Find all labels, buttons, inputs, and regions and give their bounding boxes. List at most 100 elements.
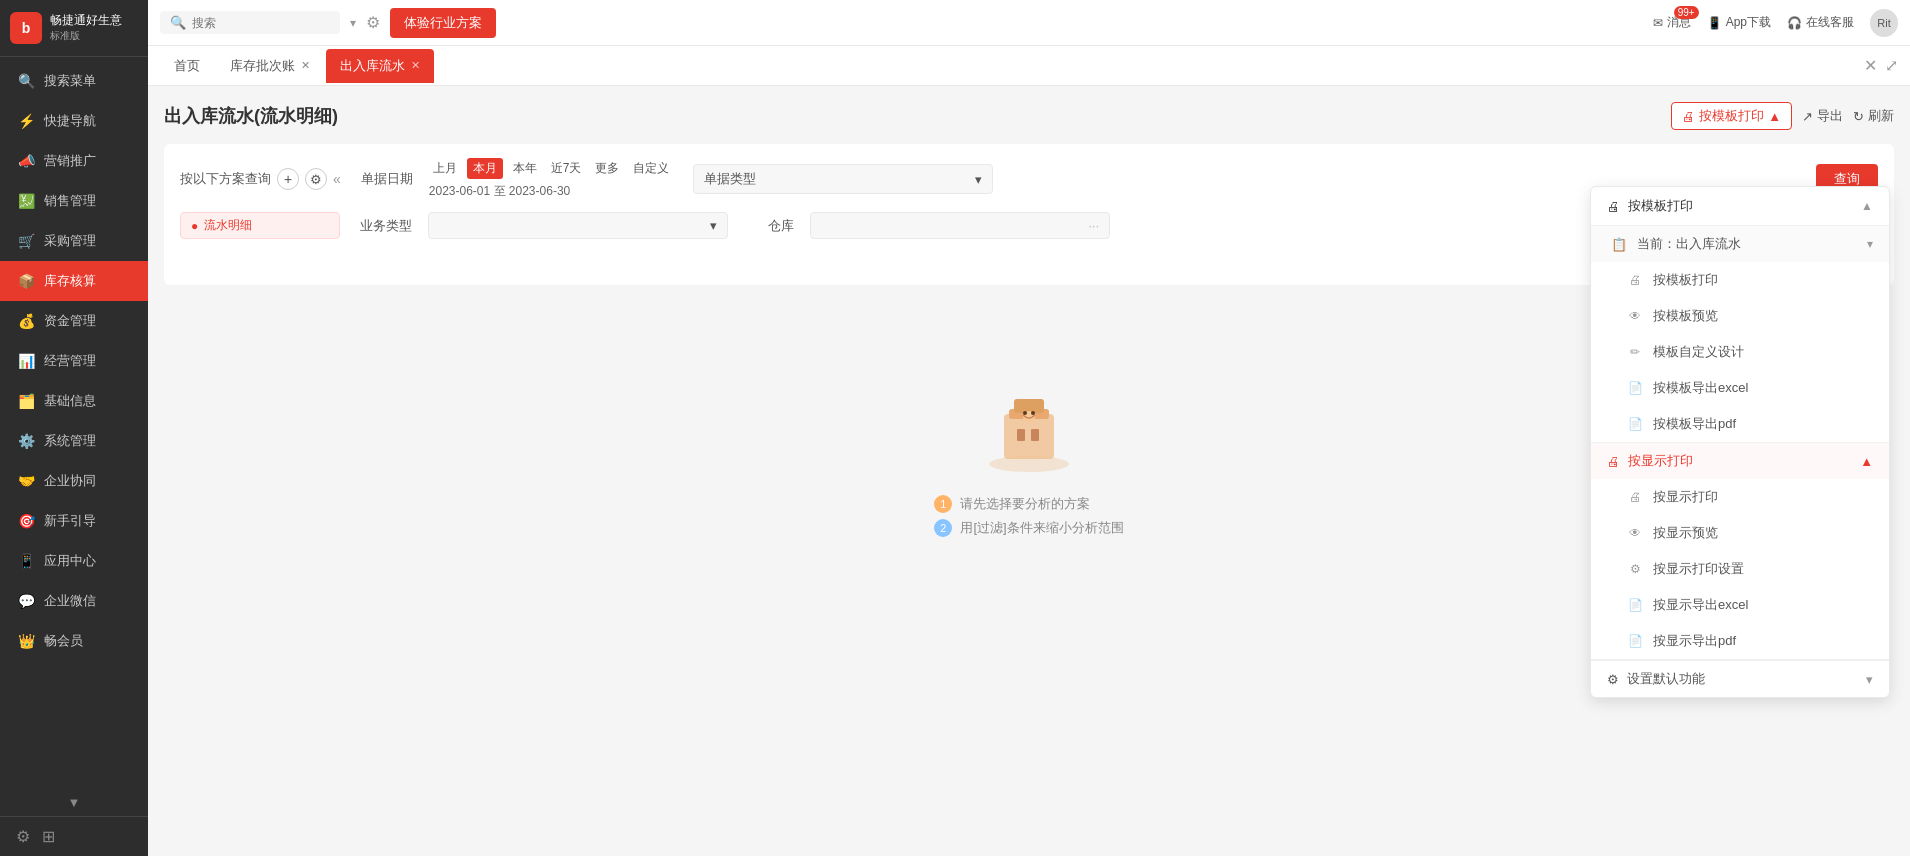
- sidebar-item-search[interactable]: 🔍搜索菜单: [0, 61, 148, 101]
- sidebar-label-purchase: 采购管理: [44, 232, 96, 250]
- search-box[interactable]: 🔍: [160, 11, 340, 34]
- template-custom-item[interactable]: ✏ 模板自定义设计: [1591, 334, 1889, 370]
- template-print-header[interactable]: 🖨 按模板打印 ▲: [1591, 187, 1889, 226]
- close-window-icon[interactable]: ✕: [1864, 56, 1877, 75]
- sidebar-label-finance: 资金管理: [44, 312, 96, 330]
- svg-point-7: [1023, 411, 1027, 415]
- template-export-excel-item[interactable]: 📄 按模板导出excel: [1591, 370, 1889, 406]
- tab-home[interactable]: 首页: [160, 49, 214, 83]
- tab-close-batch-account[interactable]: ✕: [301, 59, 310, 72]
- export-button[interactable]: ↗ 导出: [1802, 107, 1843, 125]
- active-filter-tag[interactable]: ● 流水明细: [180, 212, 340, 239]
- date-tab-上月[interactable]: 上月: [429, 158, 461, 179]
- topbar-gear-icon[interactable]: ⚙: [366, 13, 380, 32]
- display-print-settings-item[interactable]: ⚙ 按显示打印设置: [1591, 551, 1889, 587]
- sidebar-item-system[interactable]: ⚙️系统管理: [0, 421, 148, 461]
- template-preview-item-icon: 👁: [1627, 308, 1643, 324]
- sidebar-item-marketing[interactable]: 📣营销推广: [0, 141, 148, 181]
- filter-settings-button[interactable]: ⚙: [305, 168, 327, 190]
- sidebar-item-inventory[interactable]: 📦库存核算: [0, 261, 148, 301]
- purchase-icon: 🛒: [16, 231, 36, 251]
- search-input[interactable]: [192, 16, 312, 30]
- topbar: 🔍 ▾ ⚙ 体验行业方案 ✉ 消息 99+ 📱 App下载 🎧 在线客服 Rit: [148, 0, 1910, 46]
- system-icon: ⚙️: [16, 431, 36, 451]
- display-export-pdf-item[interactable]: 📄 按显示导出pdf: [1591, 623, 1889, 659]
- footer-settings-icon: ⚙: [1607, 672, 1619, 687]
- sidebar-item-collaboration[interactable]: 🤝企业协同: [0, 461, 148, 501]
- filter-add-button[interactable]: +: [277, 168, 299, 190]
- sidebar-item-vip[interactable]: 👑畅会员: [0, 621, 148, 661]
- date-tab-本年[interactable]: 本年: [509, 158, 541, 179]
- display-settings-icon: ⚙: [1627, 561, 1643, 577]
- current-template-chevron: ▾: [1867, 237, 1873, 251]
- date-tab-自定义[interactable]: 自定义: [629, 158, 673, 179]
- date-tab-本月[interactable]: 本月: [467, 158, 503, 179]
- sidebar-item-basic[interactable]: 🗂️基础信息: [0, 381, 148, 421]
- display-print-header-icon: 🖨: [1607, 454, 1620, 469]
- sidebar-label-inventory: 库存核算: [44, 272, 96, 290]
- message-btn[interactable]: ✉ 消息 99+: [1653, 14, 1691, 31]
- app-download-btn[interactable]: 📱 App下载: [1707, 14, 1771, 31]
- sidebar-item-wechat[interactable]: 💬企业微信: [0, 581, 148, 621]
- date-tab-更多[interactable]: 更多: [591, 158, 623, 179]
- sidebar-item-app-center[interactable]: 📱应用中心: [0, 541, 148, 581]
- app-download-label: App下载: [1726, 14, 1771, 31]
- tabs-right-actions: ✕ ⤢: [1864, 56, 1898, 75]
- template-preview-item[interactable]: 👁 按模板预览: [1591, 298, 1889, 334]
- maximize-window-icon[interactable]: ⤢: [1885, 56, 1898, 75]
- template-print-header-icon: 🖨: [1607, 199, 1620, 214]
- display-preview-icon: 👁: [1627, 525, 1643, 541]
- date-tab-近7天[interactable]: 近7天: [547, 158, 586, 179]
- template-export-pdf-label: 按模板导出pdf: [1653, 415, 1736, 433]
- sidebar-item-finance[interactable]: 💰资金管理: [0, 301, 148, 341]
- date-range-text: 2023-06-01 至 2023-06-30: [429, 183, 674, 200]
- sidebar-label-marketing: 营销推广: [44, 152, 96, 170]
- tab-flow[interactable]: 出入库流水✕: [326, 49, 434, 83]
- message-badge: 99+: [1674, 6, 1699, 19]
- sidebar-item-operations[interactable]: 📊经营管理: [0, 341, 148, 381]
- template-excel-icon: 📄: [1627, 380, 1643, 396]
- template-print-header-label: 按模板打印: [1628, 197, 1693, 215]
- trial-button[interactable]: 体验行业方案: [390, 8, 496, 38]
- sidebar-label-basic: 基础信息: [44, 392, 96, 410]
- sidebar-item-sales[interactable]: 💹销售管理: [0, 181, 148, 221]
- sidebar-item-guide[interactable]: 🎯新手引导: [0, 501, 148, 541]
- wechat-icon: 💬: [16, 591, 36, 611]
- svg-rect-3: [1014, 399, 1044, 413]
- display-print-header-label: 按显示打印: [1628, 452, 1693, 470]
- type-filter-select[interactable]: 单据类型 ▾: [693, 164, 993, 194]
- sidebar-scroll-down[interactable]: ▼: [0, 789, 148, 816]
- dropdown-footer[interactable]: ⚙ 设置默认功能 ▾: [1591, 660, 1889, 697]
- display-export-excel-item[interactable]: 📄 按显示导出excel: [1591, 587, 1889, 623]
- tab-batch-account[interactable]: 库存批次账✕: [216, 49, 324, 83]
- display-print-header[interactable]: 🖨 按显示打印 ▲: [1591, 443, 1889, 479]
- tab-close-flow[interactable]: ✕: [411, 59, 420, 72]
- template-export-pdf-item[interactable]: 📄 按模板导出pdf: [1591, 406, 1889, 442]
- current-template[interactable]: 📋 当前：出入库流水 ▾: [1591, 226, 1889, 262]
- logo-icon: b: [10, 12, 42, 44]
- filter-query-label: 按以下方案查询 + ⚙ «: [180, 168, 341, 190]
- customer-service-btn[interactable]: 🎧 在线客服: [1787, 14, 1854, 31]
- display-excel-label: 按显示导出excel: [1653, 596, 1748, 614]
- sidebar-item-purchase[interactable]: 🛒 采购管理: [0, 221, 148, 261]
- refresh-button[interactable]: ↻ 刷新: [1853, 107, 1894, 125]
- template-print-item[interactable]: 🖨 按模板打印: [1591, 262, 1889, 298]
- search-dropdown-icon[interactable]: ▾: [350, 16, 356, 30]
- app-version: 标准版: [50, 29, 122, 43]
- sidebar-label-vip: 畅会员: [44, 632, 83, 650]
- warehouse-select[interactable]: ···: [810, 212, 1110, 239]
- sidebar-label-search: 搜索菜单: [44, 72, 96, 90]
- display-preview-item[interactable]: 👁 按显示预览: [1591, 515, 1889, 551]
- business-type-select[interactable]: ▾: [428, 212, 728, 239]
- empty-illustration: [979, 379, 1079, 479]
- settings-icon[interactable]: ⚙: [16, 827, 30, 846]
- expand-icon[interactable]: ⊞: [42, 827, 55, 846]
- filter-collapse-icon[interactable]: «: [333, 171, 341, 187]
- display-print-item[interactable]: 🖨 按显示打印: [1591, 479, 1889, 515]
- svg-rect-4: [1017, 429, 1025, 441]
- template-print-button[interactable]: 🖨 按模板打印 ▲: [1671, 102, 1792, 130]
- template-custom-item-icon: ✏: [1627, 344, 1643, 360]
- chevron-up-icon: ▲: [1768, 109, 1781, 124]
- sidebar-item-quick-nav[interactable]: ⚡快捷导航: [0, 101, 148, 141]
- user-avatar[interactable]: Rit: [1870, 9, 1898, 37]
